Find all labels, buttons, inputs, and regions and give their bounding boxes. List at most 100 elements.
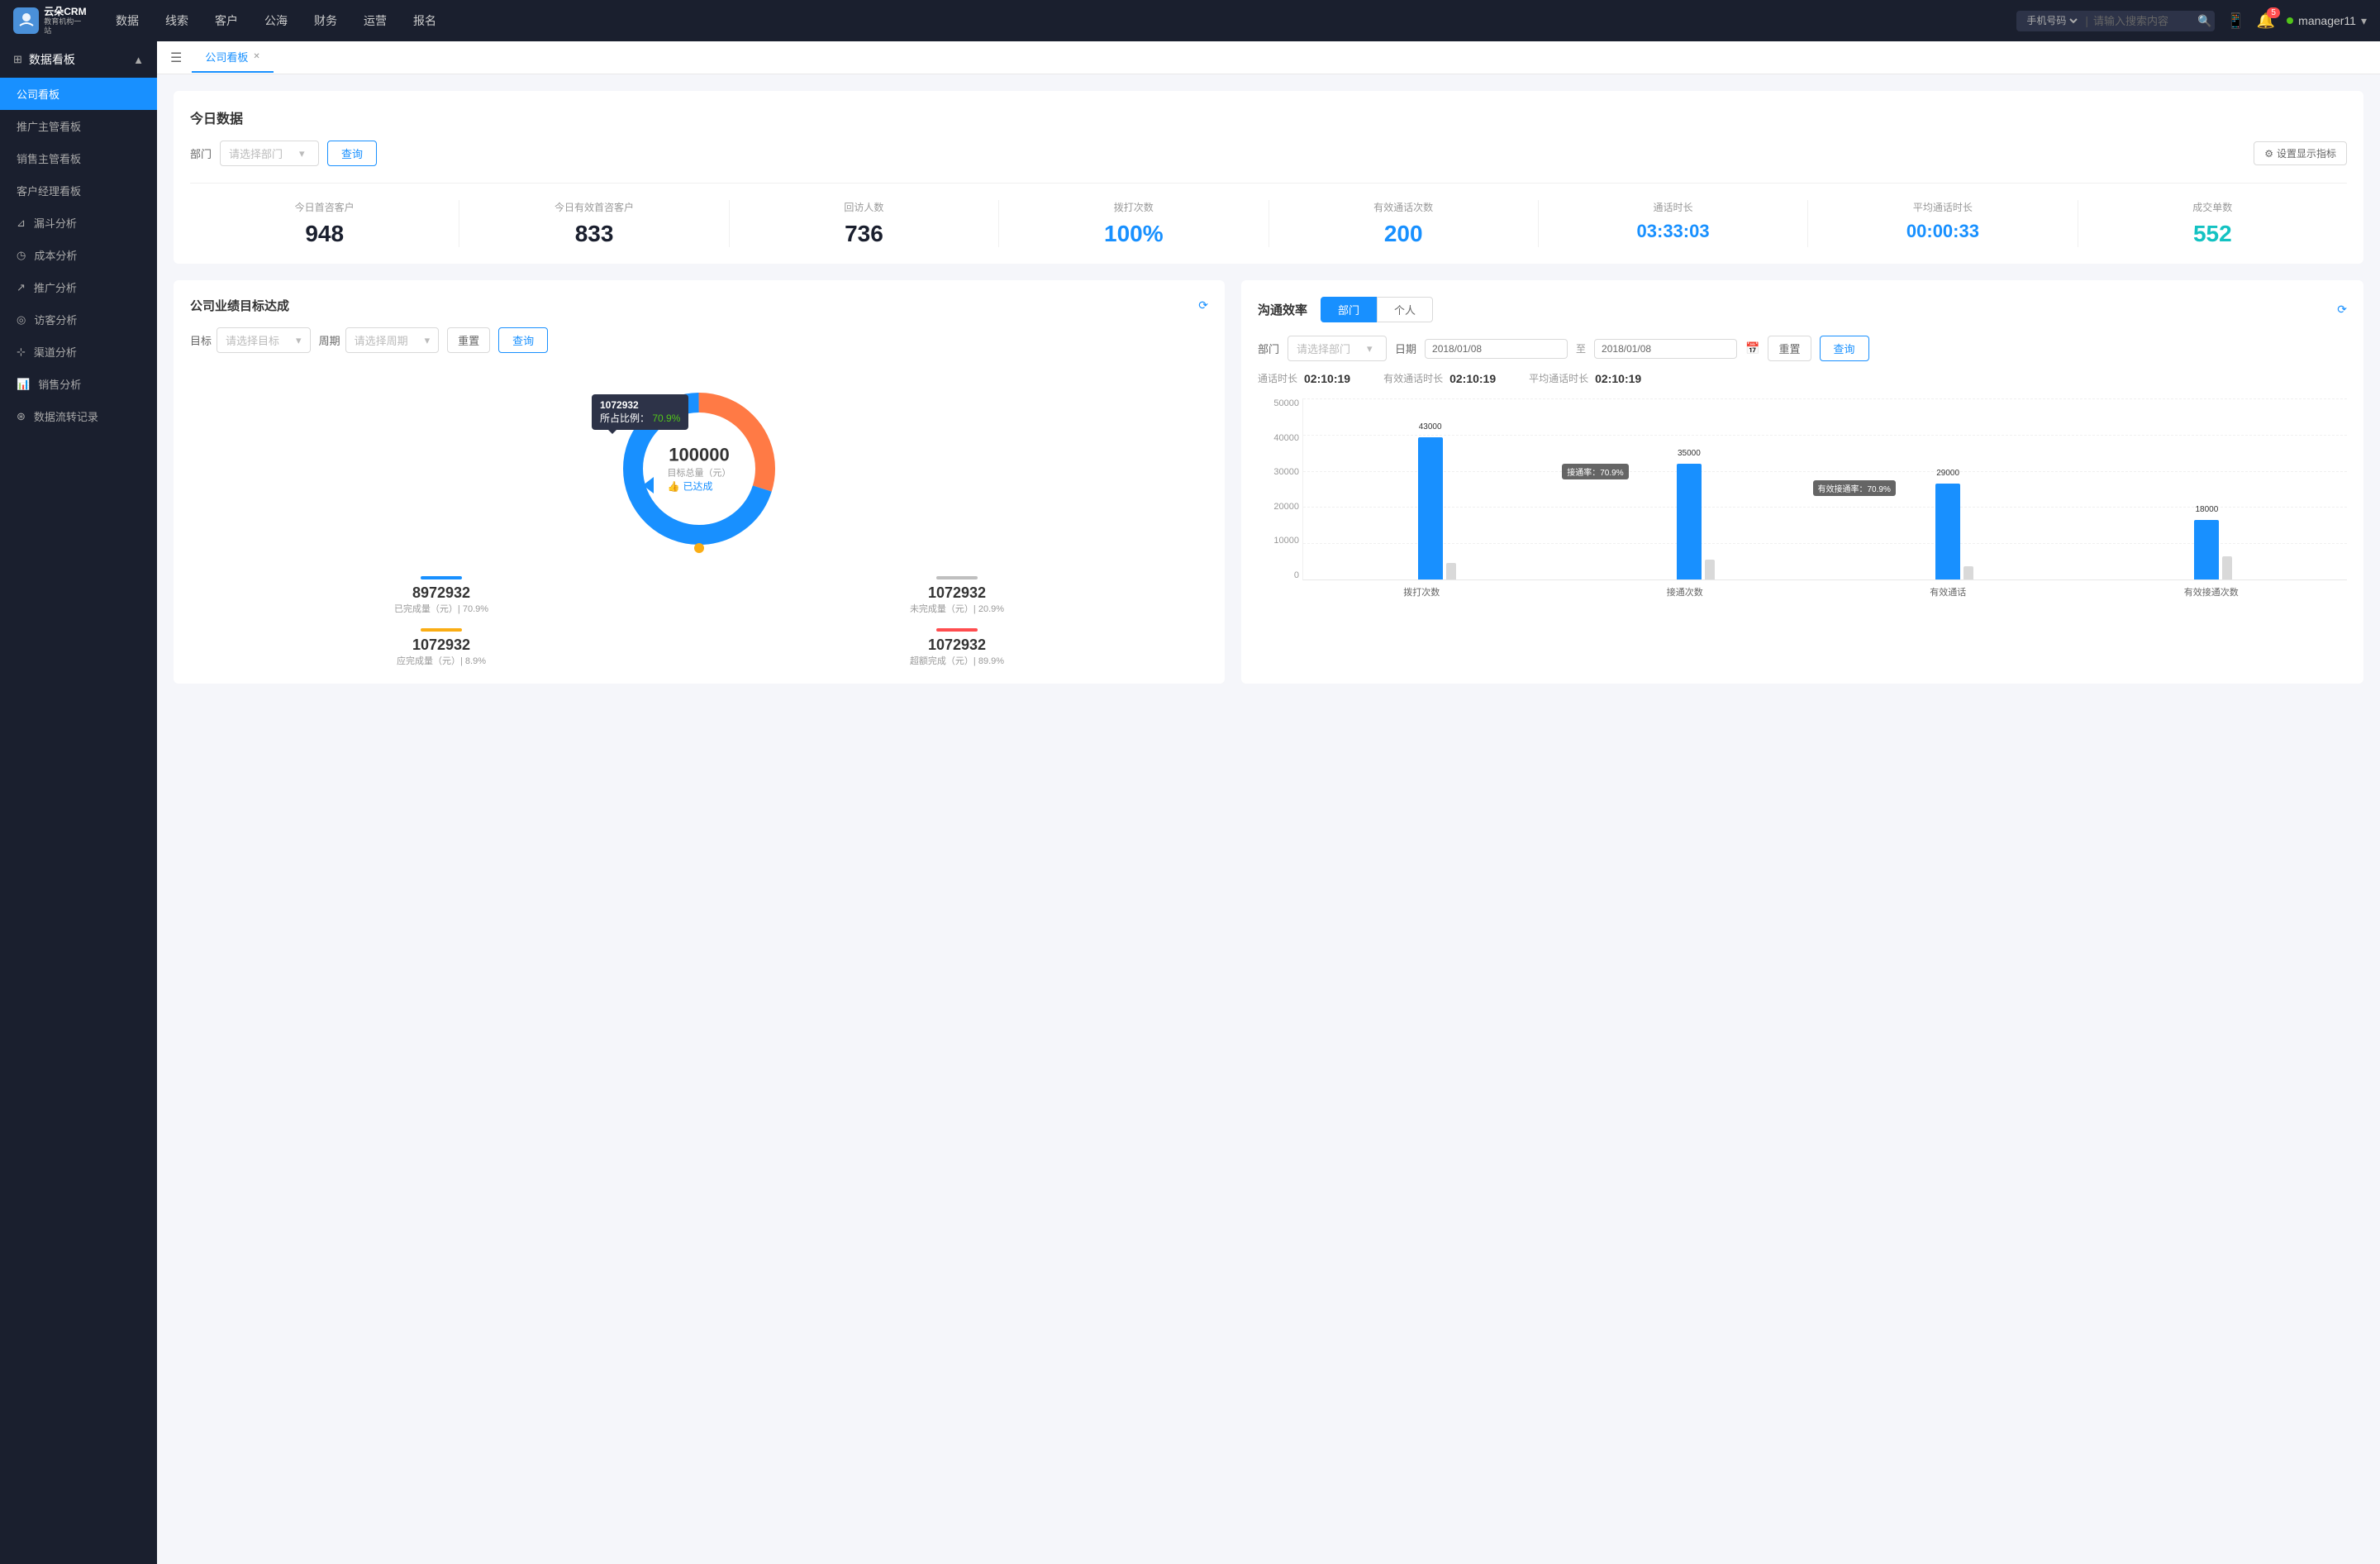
y-label-50000: 50000 <box>1273 398 1299 408</box>
efficiency-dept-select[interactable]: 请选择部门 ▾ <box>1288 336 1387 361</box>
sidebar-collapse-icon[interactable]: ▲ <box>133 54 144 66</box>
sidebar-item-label: 渠道分析 <box>34 344 77 360</box>
calendar-icon[interactable]: 📅 <box>1745 341 1759 355</box>
notification-icon[interactable]: 🔔 5 <box>2257 12 2275 30</box>
exceeded-label: 超额完成（元）| 89.9% <box>706 654 1208 667</box>
sidebar-item-channel[interactable]: ⊹ 渠道分析 <box>0 336 157 368</box>
sidebar-item-label: 成本分析 <box>34 247 77 263</box>
search-input[interactable] <box>2093 15 2192 27</box>
nav-leads[interactable]: 线索 <box>154 7 200 34</box>
nav-public[interactable]: 公海 <box>253 7 299 34</box>
efficiency-panel-header: 沟通效率 部门 个人 ⟳ <box>1258 297 2347 322</box>
stat-label: 拨打次数 <box>1007 200 1259 214</box>
sidebar-item-label: 公司看板 <box>17 86 60 102</box>
goal-refresh-icon[interactable]: ⟳ <box>1198 298 1208 312</box>
bar-dial-main <box>1418 437 1443 579</box>
bar-valid-main <box>2194 520 2219 579</box>
date-start-input[interactable] <box>1425 339 1568 359</box>
sidebar-item-sales-manager[interactable]: 销售主管看板 <box>0 142 157 174</box>
dept-select[interactable]: 请选择部门 ▾ <box>220 141 319 166</box>
goal-query-button[interactable]: 查询 <box>498 327 548 353</box>
avg-talk-summary: 平均通话时长 02:10:19 <box>1529 371 1641 385</box>
sidebar-item-visitor[interactable]: ◎ 访客分析 <box>0 303 157 336</box>
stat-label: 回访人数 <box>738 200 990 214</box>
nav-operations[interactable]: 运营 <box>352 7 398 34</box>
sidebar-item-promotion-manager[interactable]: 推广主管看板 <box>0 110 157 142</box>
sidebar-section-header[interactable]: ⊞ 数据看板 ▲ <box>0 41 157 78</box>
goal-panel-title: 公司业绩目标达成 <box>190 297 289 314</box>
goal-panel: 公司业绩目标达成 ⟳ 目标 请选择目标 ▾ 周期 <box>174 280 1225 684</box>
search-type-select[interactable]: 手机号码 <box>2023 14 2080 27</box>
stat-value: 00:00:33 <box>1816 221 2068 242</box>
efficiency-query-button[interactable]: 查询 <box>1820 336 1869 361</box>
bar-group-effective: 29000 有效接通率：70.9% <box>1838 414 2072 579</box>
date-filter-label: 日期 <box>1395 341 1416 356</box>
search-bar: 手机号码 | 🔍 <box>2016 11 2215 31</box>
donut-chart-area: 1072932 所占比例： 70.9% <box>190 370 1208 568</box>
flow-icon: ⊛ <box>17 410 26 423</box>
period-dropdown-icon: ▾ <box>425 334 431 347</box>
nav-data[interactable]: 数据 <box>104 7 150 34</box>
dept-dropdown-icon: ▾ <box>299 147 305 160</box>
sidebar-item-data-flow[interactable]: ⊛ 数据流转记录 <box>0 400 157 432</box>
incomplete-label: 未完成量（元）| 20.9% <box>706 602 1208 615</box>
tab-label: 公司看板 <box>205 49 248 64</box>
y-label-10000: 10000 <box>1273 536 1299 546</box>
tablet-icon[interactable]: 📱 <box>2226 12 2244 30</box>
sidebar-item-cost[interactable]: ◷ 成本分析 <box>0 239 157 271</box>
sidebar-item-sales[interactable]: 📊 销售分析 <box>0 368 157 400</box>
online-status-dot <box>2287 17 2293 24</box>
goal-filters: 目标 请选择目标 ▾ 周期 请选择周期 ▾ <box>190 327 1208 353</box>
sidebar-item-promotion[interactable]: ↗ 推广分析 <box>0 271 157 303</box>
today-query-button[interactable]: 查询 <box>327 141 377 166</box>
effective-talk-value: 02:10:19 <box>1449 372 1496 385</box>
user-menu[interactable]: manager11 ▾ <box>2287 14 2367 28</box>
nav-right: 手机号码 | 🔍 📱 🔔 5 manager11 ▾ <box>2016 11 2367 31</box>
search-icon[interactable]: 🔍 <box>2197 14 2211 28</box>
user-dropdown-icon[interactable]: ▾ <box>2361 14 2367 28</box>
donut-center: 100000 目标总量（元） 👍 已达成 <box>668 445 731 494</box>
today-stats-row: 今日首咨客户 948 今日有效首咨客户 833 回访人数 736 拨打次数 10… <box>190 183 2347 247</box>
settings-display-button[interactable]: ⚙ 设置显示指标 <box>2254 141 2347 165</box>
goal-panel-header: 公司业绩目标达成 ⟳ <box>190 297 1208 314</box>
sidebar-item-company-board[interactable]: 公司看板 <box>0 78 157 110</box>
x-label-valid-connect: 有效接通次数 <box>2092 585 2331 598</box>
bar-group-valid-connect: 18000 <box>2097 414 2330 579</box>
bar-label-29000: 29000 <box>1936 469 1959 478</box>
nav-finance[interactable]: 财务 <box>302 7 349 34</box>
notification-badge: 5 <box>2267 7 2280 18</box>
effective-talk-label: 有效通话时长 <box>1383 371 1443 385</box>
efficiency-refresh-icon[interactable]: ⟳ <box>2337 303 2347 317</box>
exceeded-value: 1072932 <box>706 637 1208 654</box>
today-section-title: 今日数据 <box>190 107 2347 127</box>
visitor-icon: ◎ <box>17 313 26 327</box>
stat-value: 200 <box>1278 221 1530 247</box>
tab-close-icon[interactable]: ✕ <box>253 52 259 61</box>
nav-registration[interactable]: 报名 <box>402 7 448 34</box>
nav-customers[interactable]: 客户 <box>203 7 250 34</box>
y-label-30000: 30000 <box>1273 467 1299 477</box>
stat-effective-consult: 今日有效首咨客户 833 <box>459 200 729 247</box>
tab-dept-button[interactable]: 部门 <box>1321 297 1377 322</box>
sidebar-item-funnel[interactable]: ⊿ 漏斗分析 <box>0 207 157 239</box>
donut-status: 👍 已达成 <box>668 479 731 494</box>
tab-company-board[interactable]: 公司看板 ✕ <box>192 42 273 73</box>
target-select[interactable]: 请选择目标 ▾ <box>217 327 311 353</box>
y-label-0: 0 <box>1294 570 1299 580</box>
today-filters: 部门 请选择部门 ▾ 查询 ⚙ 设置显示指标 <box>190 141 2347 166</box>
sidebar-item-label: 推广主管看板 <box>17 118 81 134</box>
date-end-input[interactable] <box>1594 339 1737 359</box>
sidebar-item-account-manager[interactable]: 客户经理看板 <box>0 174 157 207</box>
goal-reset-button[interactable]: 重置 <box>447 327 490 353</box>
logo-icon <box>13 7 39 34</box>
stat-label: 平均通话时长 <box>1816 200 2068 214</box>
tab-personal-button[interactable]: 个人 <box>1377 297 1433 322</box>
stat-value: 736 <box>738 221 990 247</box>
today-section: 今日数据 部门 请选择部门 ▾ 查询 ⚙ 设置显示指标 <box>174 91 2363 264</box>
stat-label: 今日有效首咨客户 <box>468 200 720 214</box>
stat-first-consult: 今日首咨客户 948 <box>190 200 459 247</box>
period-label: 周期 <box>319 332 340 348</box>
efficiency-reset-button[interactable]: 重置 <box>1768 336 1811 361</box>
period-select[interactable]: 请选择周期 ▾ <box>345 327 440 353</box>
sidebar-toggle-icon[interactable]: ☰ <box>170 50 182 66</box>
